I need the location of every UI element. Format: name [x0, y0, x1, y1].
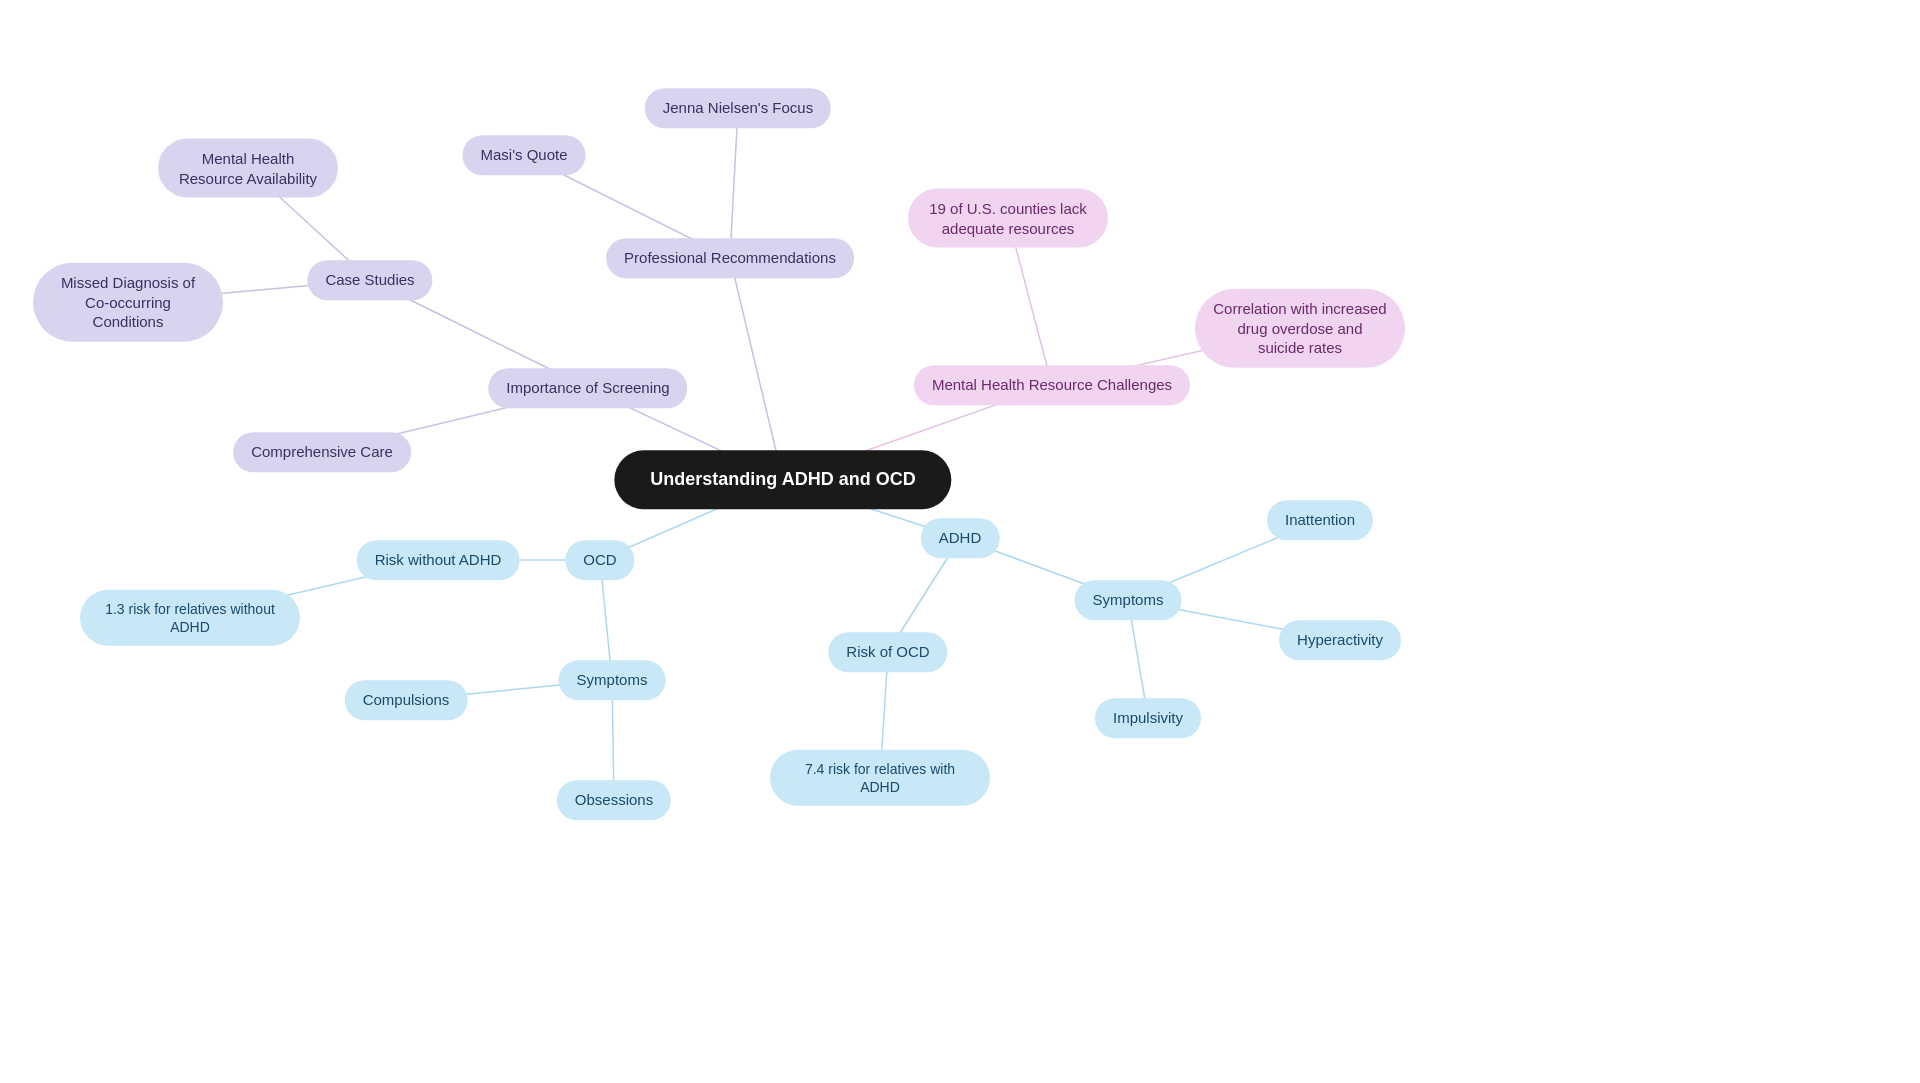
hyperactivity: Hyperactivity: [1279, 620, 1401, 660]
mindmap-canvas: Understanding ADHD and OCD Importance of …: [0, 0, 1920, 1083]
ocd-symptoms: Symptoms: [559, 660, 666, 700]
massi-quote: Masi's Quote: [462, 135, 585, 175]
compulsions: Compulsions: [345, 680, 468, 720]
adhd: ADHD: [921, 518, 1000, 558]
mental-health-challenges: Mental Health Resource Challenges: [914, 365, 1190, 405]
case-studies: Case Studies: [307, 260, 432, 300]
importance-screening: Importance of Screening: [488, 368, 687, 408]
missed-diagnosis: Missed Diagnosis of Co-occurring Conditi…: [33, 263, 223, 342]
svg-line-8: [730, 108, 738, 258]
adhd-symptoms: Symptoms: [1075, 580, 1182, 620]
inattention: Inattention: [1267, 500, 1373, 540]
mental-health-availability: Mental Health Resource Availability: [158, 139, 338, 198]
19-counties: 19 of U.S. counties lack adequate resour…: [908, 189, 1108, 248]
risk-1-3: 1.3 risk for relatives without ADHD: [80, 590, 300, 646]
professional-rec: Professional Recommendations: [606, 238, 854, 278]
svg-line-1: [730, 258, 783, 480]
risk-of-ocd: Risk of OCD: [828, 632, 947, 672]
impulsivity: Impulsivity: [1095, 698, 1201, 738]
ocd: OCD: [565, 540, 634, 580]
center-node: Understanding ADHD and OCD: [614, 450, 951, 509]
obsessions: Obsessions: [557, 780, 671, 820]
risk-without-adhd: Risk without ADHD: [357, 540, 520, 580]
correlation: Correlation with increased drug overdose…: [1195, 289, 1405, 368]
jenna-focus: Jenna Nielsen's Focus: [645, 88, 831, 128]
risk-7-4: 7.4 risk for relatives with ADHD: [770, 750, 990, 806]
comprehensive-care: Comprehensive Care: [233, 432, 411, 472]
